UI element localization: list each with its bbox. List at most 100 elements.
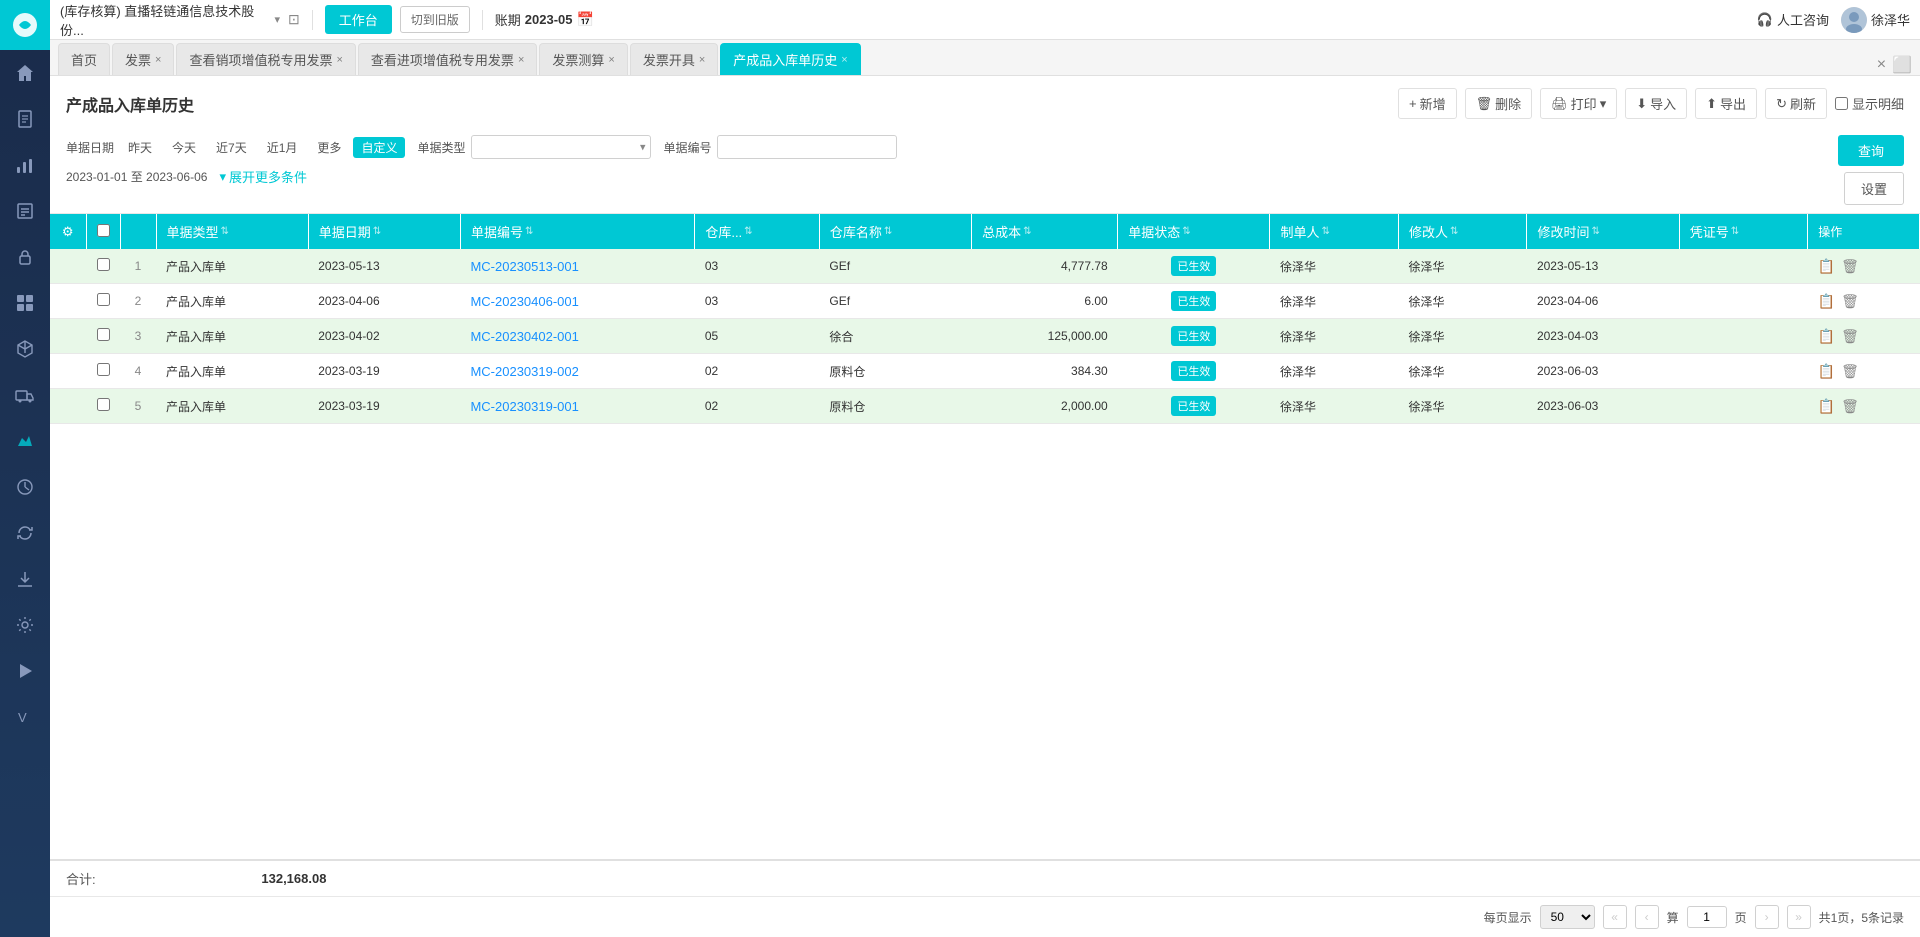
row-number-cell[interactable]: MC-20230319-001 bbox=[460, 389, 694, 424]
export-button[interactable]: ⬆ 导出 bbox=[1695, 88, 1757, 119]
expand-more-button[interactable]: ▾ 展开更多条件 bbox=[219, 167, 307, 186]
per-page-select[interactable]: 50 10 20 100 bbox=[1540, 905, 1595, 929]
row-number-link[interactable]: MC-20230402-001 bbox=[470, 329, 578, 344]
tab-invoice[interactable]: 发票 × bbox=[112, 43, 174, 75]
row-checkbox-cell[interactable] bbox=[86, 249, 120, 284]
number-filter-input[interactable] bbox=[717, 135, 897, 159]
total-cost-column-header[interactable]: 总成本⇅ bbox=[972, 214, 1118, 249]
row-edit-icon[interactable]: 📋 bbox=[1818, 363, 1835, 380]
calendar-icon[interactable]: 📅 bbox=[577, 11, 594, 28]
sidebar-item-chart[interactable] bbox=[0, 142, 50, 188]
next-page-button[interactable]: › bbox=[1755, 905, 1779, 929]
row-number-cell[interactable]: MC-20230513-001 bbox=[460, 249, 694, 284]
sidebar-item-truck[interactable] bbox=[0, 372, 50, 418]
row-edit-icon[interactable]: 📋 bbox=[1818, 398, 1835, 415]
tab-invoice-issue[interactable]: 发票开具 × bbox=[630, 43, 718, 75]
sidebar-item-box[interactable] bbox=[0, 326, 50, 372]
show-detail-checkbox-label[interactable]: 显示明细 bbox=[1835, 94, 1904, 113]
sidebar-item-report[interactable] bbox=[0, 464, 50, 510]
tab-product-history[interactable]: 产成品入库单历史 × bbox=[720, 43, 860, 75]
row-number-cell[interactable]: MC-20230402-001 bbox=[460, 319, 694, 354]
date-today-button[interactable]: 今天 bbox=[164, 137, 204, 158]
sidebar-item-invoice[interactable] bbox=[0, 188, 50, 234]
row-delete-icon[interactable]: 🗑 bbox=[1841, 258, 1859, 275]
row-checkbox-cell[interactable] bbox=[86, 284, 120, 319]
date-1month-button[interactable]: 近1月 bbox=[259, 137, 306, 158]
first-page-button[interactable]: « bbox=[1603, 905, 1627, 929]
warehouse-code-column-header[interactable]: 仓库...⇅ bbox=[695, 214, 820, 249]
voucher-column-header[interactable]: 凭证号⇅ bbox=[1679, 214, 1808, 249]
row-delete-icon[interactable]: 🗑 bbox=[1841, 293, 1859, 310]
sidebar-item-lock[interactable] bbox=[0, 234, 50, 280]
type-column-header[interactable]: 单据类型⇅ bbox=[156, 214, 308, 249]
prev-page-button[interactable]: ‹ bbox=[1635, 905, 1659, 929]
row-checkbox-cell[interactable] bbox=[86, 319, 120, 354]
row-checkbox[interactable] bbox=[97, 363, 110, 376]
row-edit-icon[interactable]: 📋 bbox=[1818, 293, 1835, 310]
last-page-button[interactable]: » bbox=[1787, 905, 1811, 929]
tab-view-purchase-vat-close[interactable]: × bbox=[518, 54, 524, 66]
date-7days-button[interactable]: 近7天 bbox=[208, 137, 255, 158]
sidebar-item-download[interactable] bbox=[0, 556, 50, 602]
show-detail-checkbox[interactable] bbox=[1835, 97, 1848, 110]
tab-invoice-close[interactable]: × bbox=[155, 54, 161, 66]
tab-invoice-calc[interactable]: 发票测算 × bbox=[539, 43, 627, 75]
tab-view-sales-vat-close[interactable]: × bbox=[336, 54, 342, 66]
date-column-header[interactable]: 单据日期⇅ bbox=[308, 214, 460, 249]
row-number-link[interactable]: MC-20230513-001 bbox=[470, 259, 578, 274]
maximize-window-button[interactable]: ⬜ bbox=[1892, 55, 1912, 75]
query-button[interactable]: 查询 bbox=[1838, 135, 1904, 166]
service-button[interactable]: 🎧 人工咨询 bbox=[1757, 10, 1829, 29]
delete-button[interactable]: 🗑 删除 bbox=[1465, 88, 1533, 119]
workbench-button[interactable]: 工作台 bbox=[325, 5, 392, 34]
app-logo[interactable] bbox=[0, 0, 50, 50]
import-button[interactable]: ⬇ 导入 bbox=[1625, 88, 1687, 119]
row-delete-icon[interactable]: 🗑 bbox=[1841, 328, 1859, 345]
select-all-checkbox[interactable] bbox=[97, 224, 110, 237]
refresh-button[interactable]: ↻ 刷新 bbox=[1765, 88, 1827, 119]
app-selector[interactable]: (库存核算) 直播轻链通信息技术股份... ▾ bbox=[60, 1, 280, 39]
row-delete-icon[interactable]: 🗑 bbox=[1841, 398, 1859, 415]
status-column-header[interactable]: 单据状态⇅ bbox=[1118, 214, 1270, 249]
row-number-link[interactable]: MC-20230319-001 bbox=[470, 399, 578, 414]
chevron-down-icon[interactable]: ▾ bbox=[274, 13, 280, 26]
row-checkbox[interactable] bbox=[97, 328, 110, 341]
row-edit-icon[interactable]: 📋 bbox=[1818, 328, 1835, 345]
row-checkbox[interactable] bbox=[97, 398, 110, 411]
row-number-cell[interactable]: MC-20230319-002 bbox=[460, 354, 694, 389]
row-checkbox-cell[interactable] bbox=[86, 354, 120, 389]
sidebar-item-settings[interactable] bbox=[0, 602, 50, 648]
type-select[interactable] bbox=[471, 135, 651, 159]
sidebar-item-version[interactable]: V bbox=[0, 694, 50, 740]
tab-invoice-calc-close[interactable]: × bbox=[608, 54, 614, 66]
settings-column-header[interactable]: ⚙ bbox=[50, 214, 86, 249]
new-button[interactable]: + 新增 bbox=[1398, 88, 1457, 119]
reset-button[interactable]: 设置 bbox=[1844, 172, 1904, 205]
row-edit-icon[interactable]: 📋 bbox=[1818, 258, 1835, 275]
print-button[interactable]: 🖨 打印 ▾ bbox=[1540, 88, 1617, 119]
row-number-link[interactable]: MC-20230319-002 bbox=[470, 364, 578, 379]
row-number-link[interactable]: MC-20230406-001 bbox=[470, 294, 578, 309]
tab-view-purchase-vat[interactable]: 查看进项增值税专用发票 × bbox=[358, 43, 537, 75]
user-menu[interactable]: 徐泽华 bbox=[1841, 7, 1910, 33]
date-custom-button[interactable]: 自定义 bbox=[353, 137, 405, 158]
table-settings-icon[interactable]: ⚙ bbox=[62, 224, 74, 239]
history-mode-button[interactable]: 切到旧版 bbox=[400, 6, 470, 33]
tab-invoice-issue-close[interactable]: × bbox=[699, 54, 705, 66]
sidebar-item-production[interactable] bbox=[0, 418, 50, 464]
close-window-button[interactable]: × bbox=[1877, 56, 1886, 74]
date-yesterday-button[interactable]: 昨天 bbox=[120, 137, 160, 158]
copy-icon[interactable]: ⊡ bbox=[288, 11, 300, 28]
row-checkbox[interactable] bbox=[97, 293, 110, 306]
number-column-header[interactable]: 单据编号⇅ bbox=[460, 214, 694, 249]
sidebar-item-grid[interactable] bbox=[0, 280, 50, 326]
sidebar-item-cycle[interactable] bbox=[0, 510, 50, 556]
modifier-column-header[interactable]: 修改人⇅ bbox=[1398, 214, 1527, 249]
checkbox-column-header[interactable] bbox=[86, 214, 120, 249]
date-more-button[interactable]: 更多 bbox=[309, 137, 349, 158]
tab-product-history-close[interactable]: × bbox=[841, 54, 847, 66]
row-checkbox[interactable] bbox=[97, 258, 110, 271]
row-checkbox-cell[interactable] bbox=[86, 389, 120, 424]
page-number-input[interactable] bbox=[1687, 906, 1727, 928]
sidebar-item-play[interactable] bbox=[0, 648, 50, 694]
